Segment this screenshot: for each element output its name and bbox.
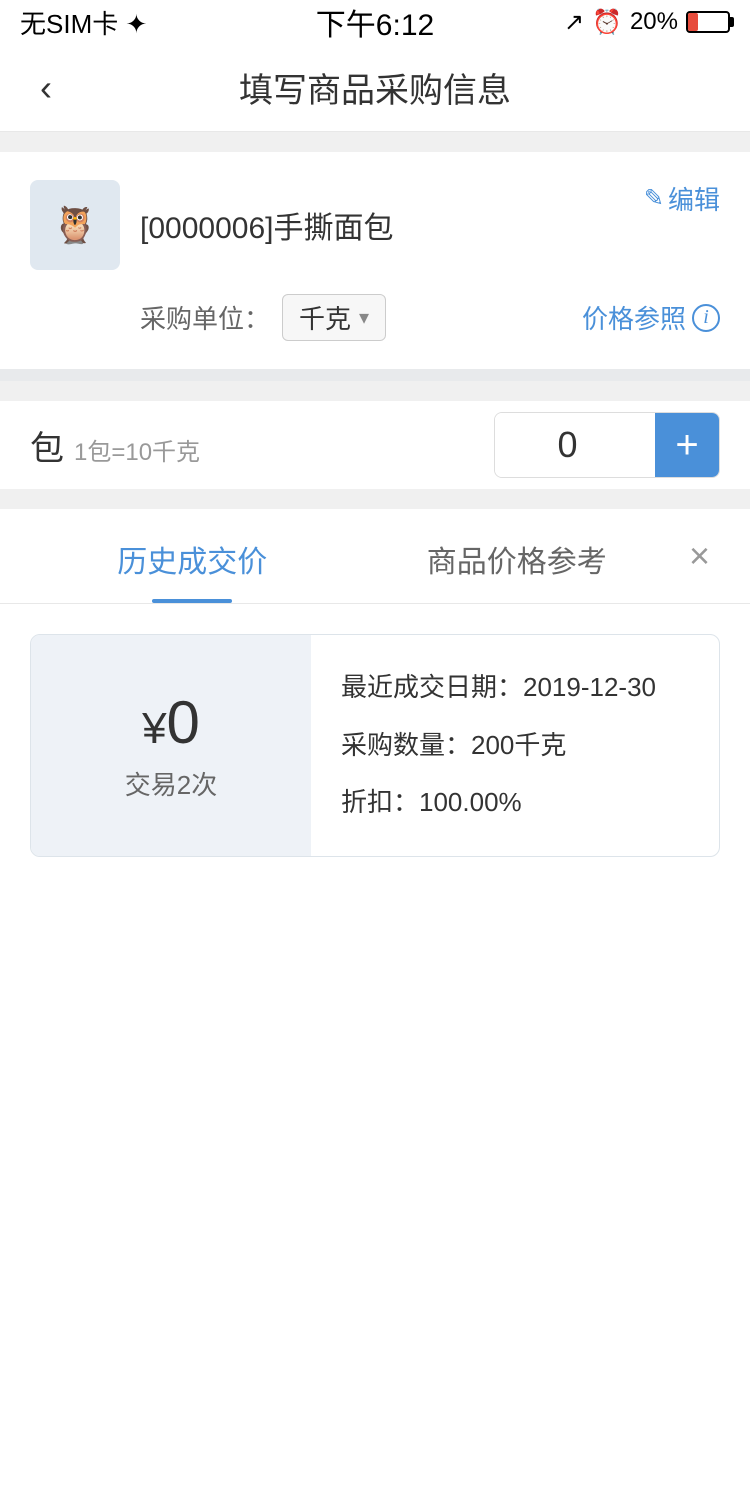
- currency-symbol: ¥: [142, 704, 166, 753]
- qty-plus-button[interactable]: +: [655, 413, 719, 477]
- product-thumb-icon: 🦉: [53, 204, 98, 246]
- status-time: 下午6:12: [316, 0, 434, 44]
- discount-value: 100.00%: [419, 787, 522, 817]
- battery-icon: [686, 11, 730, 33]
- dropdown-arrow-icon: ▾: [359, 305, 369, 330]
- product-thumbnail: 🦉: [30, 180, 120, 270]
- qty-label-group: 包 1包=10千克: [30, 421, 494, 470]
- discount-row: 折扣：100.00%: [341, 782, 689, 824]
- price-ref-label: 价格参照: [582, 299, 686, 336]
- product-header: 🦉 [0000006]手撕面包 ✎ 编辑: [30, 180, 720, 270]
- qty-input-field[interactable]: [495, 413, 655, 477]
- alarm-icon: ⏰: [592, 8, 622, 37]
- unit-label: 采购单位：: [140, 299, 270, 336]
- price-display: ¥0: [142, 688, 200, 757]
- location-icon: ↗: [564, 8, 584, 37]
- edit-button[interactable]: ✎ 编辑: [644, 180, 720, 217]
- price-ref-button[interactable]: 价格参照 i: [582, 299, 720, 336]
- price-card-right: 最近成交日期：2019-12-30 采购数量：200千克 折扣：100.00%: [311, 635, 719, 856]
- price-ref-info-icon: i: [692, 304, 720, 332]
- price-times-label: 交易2次: [125, 765, 217, 802]
- nav-bar: ‹ 填写商品采购信息: [0, 44, 750, 132]
- separator-bar: [0, 369, 750, 381]
- carrier-text: 无SIM卡 ✦: [20, 4, 147, 41]
- price-card: ¥0 交易2次 最近成交日期：2019-12-30 采购数量：200千克 折扣：…: [30, 634, 720, 857]
- recent-date-value: 2019-12-30: [523, 672, 656, 702]
- unit-group: 采购单位： 千克 ▾: [140, 294, 386, 341]
- tabs-header: 历史成交价 商品价格参考 ×: [0, 509, 750, 604]
- price-card-left: ¥0 交易2次: [31, 635, 311, 856]
- purchase-qty-value: 200千克: [471, 730, 566, 760]
- unit-select-dropdown[interactable]: 千克 ▾: [282, 294, 386, 341]
- tabs-section: 历史成交价 商品价格参考 × ¥0 交易2次 最近成交日期：2019-12-30…: [0, 509, 750, 887]
- edit-label: 编辑: [668, 180, 720, 217]
- tab-history-price[interactable]: 历史成交价: [30, 509, 354, 603]
- discount-label: 折扣：: [341, 787, 419, 817]
- bottom-area: [0, 887, 750, 1487]
- purchase-qty-row: 采购数量：200千克: [341, 725, 689, 767]
- product-unit-row: 采购单位： 千克 ▾ 价格参照 i: [140, 294, 720, 341]
- status-left: 无SIM卡 ✦: [20, 4, 147, 41]
- tab-close-button[interactable]: ×: [679, 525, 720, 587]
- tab-product-price-ref[interactable]: 商品价格参考: [354, 509, 678, 603]
- quantity-section: 包 1包=10千克 +: [0, 401, 750, 489]
- qty-input-group: +: [494, 412, 720, 478]
- product-card: 🦉 [0000006]手撕面包 ✎ 编辑 采购单位： 千克 ▾ 价格参照 i: [0, 152, 750, 369]
- recent-date-label: 最近成交日期：: [341, 672, 523, 702]
- page-title: 填写商品采购信息: [239, 63, 511, 112]
- product-left: 🦉 [0000006]手撕面包: [30, 180, 393, 270]
- back-button[interactable]: ‹: [30, 57, 62, 119]
- status-bar: 无SIM卡 ✦ 下午6:12 ↗ ⏰ 20%: [0, 0, 750, 44]
- purchase-qty-label: 采购数量：: [341, 730, 471, 760]
- product-name: [0000006]手撕面包: [140, 203, 393, 247]
- battery-text: 20%: [630, 8, 678, 36]
- edit-icon: ✎: [644, 184, 664, 213]
- price-card-container: ¥0 交易2次 最近成交日期：2019-12-30 采购数量：200千克 折扣：…: [0, 604, 750, 887]
- status-right: ↗ ⏰ 20%: [564, 8, 730, 37]
- unit-value: 千克: [299, 299, 351, 336]
- recent-date-row: 最近成交日期：2019-12-30: [341, 667, 689, 709]
- qty-unit-label: 包: [30, 421, 64, 470]
- price-amount: 0: [167, 689, 200, 756]
- qty-conversion-label: 1包=10千克: [74, 432, 200, 467]
